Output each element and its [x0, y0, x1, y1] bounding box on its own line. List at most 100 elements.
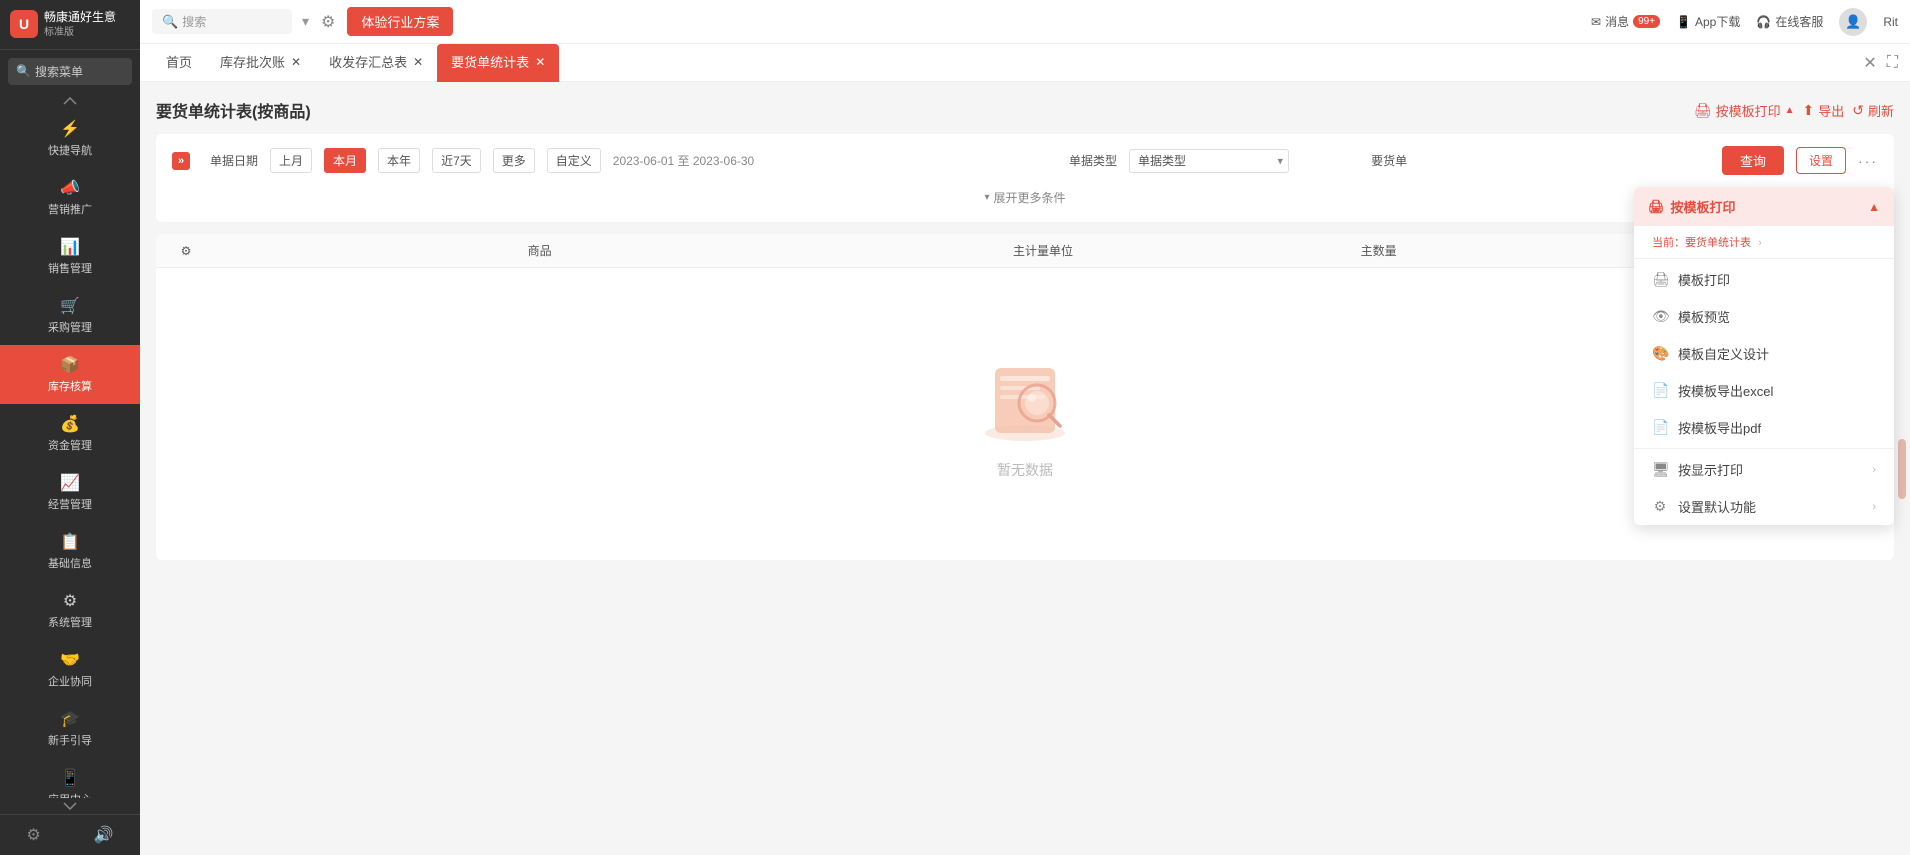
tab-order-stats-close[interactable]: ✕ [535, 55, 545, 69]
date-btn-this-month[interactable]: 本月 [324, 148, 366, 173]
empty-illustration [965, 348, 1085, 448]
app-download-btn[interactable]: 📱 App下载 [1676, 13, 1740, 30]
topbar: 🔍 搜索 ▾ ⚙ 体验行业方案 ✉ 消息 99+ 📱 App下载 🎧 在线客服 … [140, 0, 1910, 44]
date-btn-custom[interactable]: 自定义 [547, 148, 601, 173]
tab-receive-summary-close[interactable]: ✕ [413, 55, 423, 69]
newbie-icon: 🎓 [60, 709, 80, 729]
sidebar-search[interactable]: 🔍 搜索菜单 [8, 58, 132, 85]
sidebar-item-system[interactable]: ⚙ 系统管理 [0, 581, 140, 640]
dropdown-item-display-print[interactable]: 🖥 按显示打印 › [1634, 451, 1894, 488]
dropdown-item-template-preview[interactable]: 👁 模板预览 [1634, 298, 1894, 335]
export-icon: ⬆ [1803, 102, 1815, 119]
username-label[interactable]: Rit [1883, 15, 1898, 29]
online-service-btn[interactable]: 🎧 在线客服 [1756, 13, 1823, 30]
query-btn[interactable]: 查询 [1722, 146, 1784, 175]
trial-btn[interactable]: 体验行业方案 [347, 7, 453, 36]
print-btn[interactable]: 🖨 按模板打印 ▲ [1694, 101, 1795, 120]
sidebar-logo: U 畅康通好生意 标准版 [0, 0, 140, 50]
doc-type-label: 单据类型 [1069, 152, 1117, 169]
template-excel-icon: 📄 [1652, 382, 1668, 399]
window-maximize-icon[interactable]: ⛶ [1887, 54, 1898, 72]
settings-icon[interactable]: ⚙ [26, 825, 40, 845]
dropdown-current-label: 当前：要货单统计表 › [1634, 230, 1894, 252]
sidebar-scroll-up[interactable] [0, 93, 140, 109]
cooperation-icon: 🤝 [60, 650, 80, 670]
dropdown-item-template-pdf[interactable]: 📄 按模板导出pdf [1634, 409, 1894, 446]
filter-expand-icon[interactable]: » [172, 152, 190, 170]
dropdown-item-template-design[interactable]: 🎨 模板自定义设计 [1634, 335, 1894, 372]
user-avatar[interactable]: 👤 [1839, 8, 1867, 36]
sidebar-item-basics[interactable]: 📋 基础信息 [0, 522, 140, 581]
tab-inventory-batch-close[interactable]: ✕ [291, 55, 301, 69]
table-col-unit: 主计量单位 [875, 242, 1211, 259]
app-center-icon: 📱 [60, 768, 80, 788]
date-btn-this-year[interactable]: 本年 [378, 148, 420, 173]
marketing-icon: 📣 [60, 178, 80, 198]
sidebar-item-quick-nav[interactable]: ⚡ 快捷导航 [0, 109, 140, 168]
sales-icon: 📊 [60, 237, 80, 257]
topbar-search-dropdown-icon[interactable]: ▾ [302, 13, 309, 30]
window-controls: ✕ ⛶ [1863, 53, 1898, 73]
sidebar-item-app-center[interactable]: 📱 应用中心 [0, 758, 140, 798]
topbar-actions: ✉ 消息 99+ 📱 App下载 🎧 在线客服 👤 Rit [1591, 8, 1898, 36]
tabs-bar: 首页 库存批次账 ✕ 收发存汇总表 ✕ 要货单统计表 ✕ ✕ ⛶ [140, 44, 1910, 82]
sidebar-item-cooperation[interactable]: 🤝 企业协同 [0, 640, 140, 699]
table-col-gear[interactable]: ⚙ [168, 244, 204, 258]
sidebar-scroll-down[interactable] [0, 798, 140, 814]
topbar-search-area[interactable]: 🔍 搜索 [152, 9, 292, 34]
tab-receive-summary[interactable]: 收发存汇总表 ✕ [315, 44, 437, 82]
default-fn-arrow: › [1872, 501, 1876, 513]
table-col-quantity: 主数量 [1211, 242, 1547, 259]
tab-order-stats[interactable]: 要货单统计表 ✕ [437, 44, 559, 82]
sidebar-item-marketing[interactable]: 📣 营销推广 [0, 168, 140, 227]
topbar-gear-icon[interactable]: ⚙ [321, 12, 335, 32]
sidebar-item-newbie[interactable]: 🎓 新手引导 [0, 699, 140, 758]
date-btn-7days[interactable]: 近7天 [432, 148, 481, 173]
avatar-icon: 👤 [1845, 14, 1861, 30]
sidebar-item-sales[interactable]: 📊 销售管理 [0, 227, 140, 286]
print-icon: 🖨 [1694, 102, 1712, 119]
sidebar-item-purchase[interactable]: 🛒 采购管理 [0, 286, 140, 345]
search-icon: 🔍 [16, 64, 31, 78]
template-pdf-icon: 📄 [1652, 419, 1668, 436]
expand-chevron-icon: ▾ [984, 192, 989, 203]
service-icon: 🎧 [1756, 15, 1771, 29]
dropdown-item-template-print[interactable]: 🖨 模板打印 [1634, 261, 1894, 298]
display-print-arrow: › [1872, 464, 1876, 476]
topbar-search-placeholder: 搜索 [182, 13, 206, 30]
display-print-icon: 🖥 [1652, 461, 1668, 478]
date-btn-more[interactable]: 更多 [493, 148, 535, 173]
window-close-icon[interactable]: ✕ [1863, 53, 1876, 73]
basics-icon: 📋 [60, 532, 80, 552]
page-content: 要货单统计表(按商品) 🖨 按模板打印 ▲ ⬆ 导出 ↺ 刷新 [140, 82, 1910, 855]
filter-expand-btn[interactable]: ▾ 展开更多条件 [172, 185, 1878, 210]
message-btn[interactable]: ✉ 消息 99+ [1591, 13, 1660, 30]
volume-icon[interactable]: 🔊 [94, 825, 114, 845]
inventory-icon: 📦 [60, 355, 80, 375]
sidebar-item-inventory[interactable]: 📦 库存核算 [0, 345, 140, 404]
doc-type-select-wrapper: 单据类型 [1129, 149, 1289, 173]
dropdown-item-default-fn[interactable]: ⚙ 设置默认功能 › [1634, 488, 1894, 525]
dropdown-header: 🖨 按模板打印 ▲ [1634, 187, 1894, 226]
finance-icon: 💰 [60, 414, 80, 434]
more-dots[interactable]: ··· [1858, 153, 1878, 169]
empty-text: 暂无数据 [997, 460, 1053, 480]
page-actions: 🖨 按模板打印 ▲ ⬆ 导出 ↺ 刷新 [1694, 101, 1894, 120]
tab-home[interactable]: 首页 [152, 44, 206, 82]
export-btn[interactable]: ⬆ 导出 [1803, 101, 1845, 120]
topbar-search-icon: 🔍 [162, 14, 178, 30]
default-fn-icon: ⚙ [1652, 498, 1668, 515]
template-design-icon: 🎨 [1652, 345, 1668, 362]
sidebar-item-finance[interactable]: 💰 资金管理 [0, 404, 140, 463]
dropdown-item-template-excel[interactable]: 📄 按模板导出excel [1634, 372, 1894, 409]
tab-inventory-batch[interactable]: 库存批次账 ✕ [206, 44, 315, 82]
sidebar-item-operation[interactable]: 📈 经营管理 [0, 463, 140, 522]
scrollbar-thumb[interactable] [1898, 439, 1906, 499]
quick-nav-icon: ⚡ [60, 119, 80, 139]
refresh-btn[interactable]: ↺ 刷新 [1852, 101, 1894, 120]
settings-btn[interactable]: 设置 [1796, 147, 1846, 174]
doc-type-select[interactable]: 单据类型 [1129, 149, 1289, 173]
date-btn-last-month[interactable]: 上月 [270, 148, 312, 173]
dropdown-close-chevron[interactable]: ▲ [1868, 200, 1880, 214]
date-range-text: 2023-06-01 至 2023-06-30 [613, 152, 754, 169]
